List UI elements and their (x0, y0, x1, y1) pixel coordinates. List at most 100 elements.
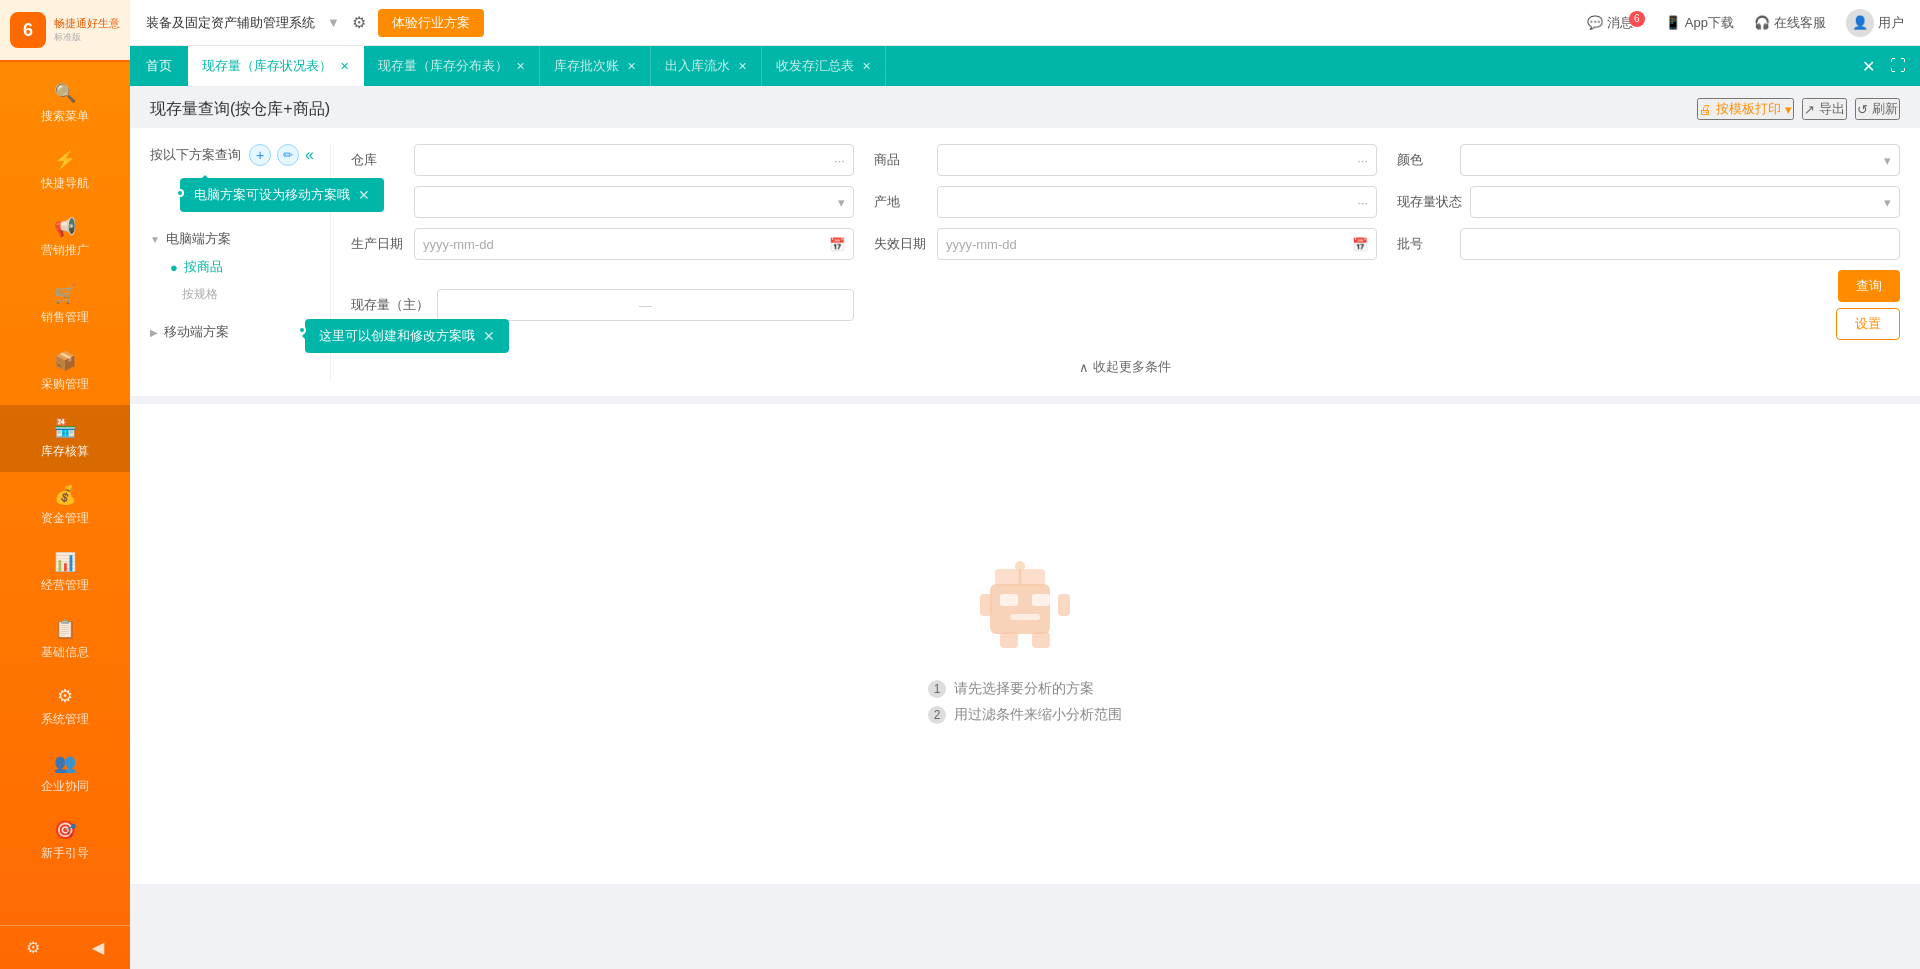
tooltip2-close-btn[interactable]: ✕ (483, 328, 495, 344)
tab-receivable-summary[interactable]: 收发存汇总表 ✕ (762, 46, 886, 86)
system-select-arrow[interactable]: ▼ (327, 15, 340, 30)
sidebar-item-system[interactable]: ⚙ 系统管理 (0, 673, 130, 740)
tab-close-icon[interactable]: ✕ (340, 60, 349, 73)
filter-collapse-btn[interactable]: ∧ 收起更多条件 (351, 350, 1900, 380)
tip-number-1: 1 (928, 680, 946, 698)
filter-back-btn[interactable]: « (305, 146, 314, 164)
tabbar: 首页 现存量（库存状况表） ✕ 现存量（库存分布表） ✕ 库存批次账 ✕ 出入库… (130, 46, 1920, 86)
sidebar-item-quicknav[interactable]: ⚡ 快捷导航 (0, 137, 130, 204)
export-btn[interactable]: ↗ 导出 (1802, 98, 1847, 120)
tab-close-icon[interactable]: ✕ (627, 60, 636, 73)
sidebar-item-basic-info[interactable]: 📋 基础信息 (0, 606, 130, 673)
empty-tip-1: 1 请先选择要分析的方案 (928, 680, 1122, 698)
notification-count: 6 (1629, 11, 1645, 27)
sidebar-item-marketing[interactable]: 📢 营销推广 (0, 204, 130, 271)
sidebar-item-sales[interactable]: 🛒 销售管理 (0, 271, 130, 338)
filter-item-prod-date: 生产日期 yyyy-mm-dd 📅 (351, 228, 854, 260)
tabbar-expand-btn[interactable]: ⛶ (1884, 52, 1912, 80)
desktop-scheme-header[interactable]: ▼ 电脑端方案 (150, 226, 314, 252)
filter-item-warehouse: 仓库 ··· (351, 144, 854, 176)
box-icon: 📦 (54, 350, 76, 372)
origin-select[interactable]: ··· (937, 186, 1377, 218)
stock-qty-label: 现存量（主） (351, 296, 429, 314)
filter-item-goods: 商品 ··· (874, 144, 1377, 176)
stock-status-select[interactable]: ▾ (1470, 186, 1900, 218)
exp-date-input[interactable]: yyyy-mm-dd 📅 (937, 228, 1377, 260)
experience-btn[interactable]: 体验行业方案 (378, 9, 484, 37)
header-left: 装备及固定资产辅助管理系统 ▼ ⚙ 体验行业方案 (146, 9, 484, 37)
mobile-scheme-header[interactable]: ▶ 移动端方案 (150, 319, 314, 345)
origin-label: 产地 (874, 193, 929, 211)
dots-icon: ··· (1357, 195, 1368, 210)
page-title: 现存量查询(按仓库+商品) (150, 99, 330, 120)
tab-home-label: 首页 (146, 57, 172, 75)
empty-state: 1 请先选择要分析的方案 2 用过滤条件来缩小分析范围 (130, 464, 1920, 804)
sidebar-item-label: 系统管理 (41, 711, 89, 728)
stock-qty-min[interactable] (446, 298, 633, 313)
goods-select[interactable]: ··· (937, 144, 1377, 176)
tab-inventory-dist[interactable]: 现存量（库存分布表） ✕ (364, 46, 540, 86)
search-btn[interactable]: 查询 (1838, 270, 1900, 302)
notification-btn[interactable]: 💬 消息 6 (1587, 14, 1645, 32)
sidebar-item-guide[interactable]: 🎯 新手引导 (0, 807, 130, 874)
sidebar-settings-btn[interactable]: ⚙ (26, 938, 40, 957)
tip-number-2: 2 (928, 706, 946, 724)
tooltip1-close-btn[interactable]: ✕ (358, 187, 370, 203)
filter-item-exp-date: 失效日期 yyyy-mm-dd 📅 (874, 228, 1377, 260)
sidebar-item-enterprise[interactable]: 👥 企业协同 (0, 740, 130, 807)
tab-close-icon[interactable]: ✕ (862, 60, 871, 73)
scheme-item-by-goods[interactable]: ● 按商品 (150, 254, 314, 280)
color-select[interactable]: ▾ (1460, 144, 1900, 176)
desktop-scheme-label: 电脑端方案 (166, 230, 231, 248)
scheme-list: ▼ 电脑端方案 ● 按商品 按规格 ▶ (150, 226, 314, 345)
app-download-btn[interactable]: 📱 App下载 (1665, 14, 1734, 32)
sidebar-bottom: ⚙ ◀ (0, 925, 130, 969)
tab-label: 出入库流水 (665, 57, 730, 75)
size-select[interactable]: ▾ (414, 186, 854, 218)
tab-close-icon[interactable]: ✕ (516, 60, 525, 73)
filter-add-btn[interactable]: + (249, 144, 271, 166)
template-print-btn[interactable]: 🖨 按模板打印 ▾ (1697, 98, 1794, 120)
warehouse-select[interactable]: ··· (414, 144, 854, 176)
scheme-item-by-spec[interactable]: 按规格 (150, 282, 314, 307)
tabbar-close-btn[interactable]: ✕ (1854, 52, 1882, 80)
search-btn-group: 查询 设置 (1397, 270, 1900, 340)
sidebar-item-management[interactable]: 📊 经营管理 (0, 539, 130, 606)
refresh-btn[interactable]: ↺ 刷新 (1855, 98, 1900, 120)
empty-tip-2: 2 用过滤条件来缩小分析范围 (928, 706, 1122, 724)
prod-date-input[interactable]: yyyy-mm-dd 📅 (414, 228, 854, 260)
sidebar-collapse-btn[interactable]: ◀ (92, 938, 104, 957)
tab-batch-account[interactable]: 库存批次账 ✕ (540, 46, 651, 86)
print-icon: 🖨 (1699, 102, 1712, 117)
target-icon: 🎯 (54, 819, 76, 841)
batch-no-input[interactable] (1460, 228, 1900, 260)
filter-row-4: 现存量（主） — 查询 设置 (351, 270, 1900, 340)
filter-item-color: 颜色 ▾ (1397, 144, 1900, 176)
tab-home[interactable]: 首页 (130, 46, 188, 86)
reset-btn[interactable]: 设置 (1836, 308, 1900, 340)
sidebar-item-finance[interactable]: 💰 资金管理 (0, 472, 130, 539)
sidebar-item-purchase[interactable]: 📦 采购管理 (0, 338, 130, 405)
headset-icon: 🎧 (1754, 15, 1770, 30)
filter-area: 按以下方案查询 + ✏ « 电脑方案可设为移动方案哦 ✕ (130, 128, 1920, 396)
sidebar-item-label: 库存核算 (41, 443, 89, 460)
mobile-scheme-group: ▶ 移动端方案 (150, 319, 314, 345)
sidebar-item-search[interactable]: 🔍 搜索菜单 (0, 70, 130, 137)
scheme-tooltip-2: 这里可以创建和修改方案哦 ✕ (305, 319, 509, 353)
search-icon: 🔍 (54, 82, 76, 104)
app-badge: 标准版 (54, 31, 120, 44)
header-settings-btn[interactable]: ⚙ (352, 13, 366, 32)
stock-qty-max[interactable] (658, 298, 845, 313)
user-menu-btn[interactable]: 👤 用户 (1846, 9, 1904, 37)
refresh-icon: ↺ (1857, 102, 1868, 117)
page-actions: 🖨 按模板打印 ▾ ↗ 导出 ↺ 刷新 (1697, 98, 1900, 120)
filter-edit-btn[interactable]: ✏ (277, 144, 299, 166)
money-icon: 💰 (54, 484, 76, 506)
template-print-label: 按模板打印 (1716, 100, 1781, 118)
tab-inout-flow[interactable]: 出入库流水 ✕ (651, 46, 762, 86)
batch-no-label: 批号 (1397, 235, 1452, 253)
sidebar-item-inventory[interactable]: 🏪 库存核算 (0, 405, 130, 472)
tab-close-icon[interactable]: ✕ (738, 60, 747, 73)
tab-inventory-status[interactable]: 现存量（库存状况表） ✕ (188, 46, 364, 86)
online-service-btn[interactable]: 🎧 在线客服 (1754, 14, 1826, 32)
